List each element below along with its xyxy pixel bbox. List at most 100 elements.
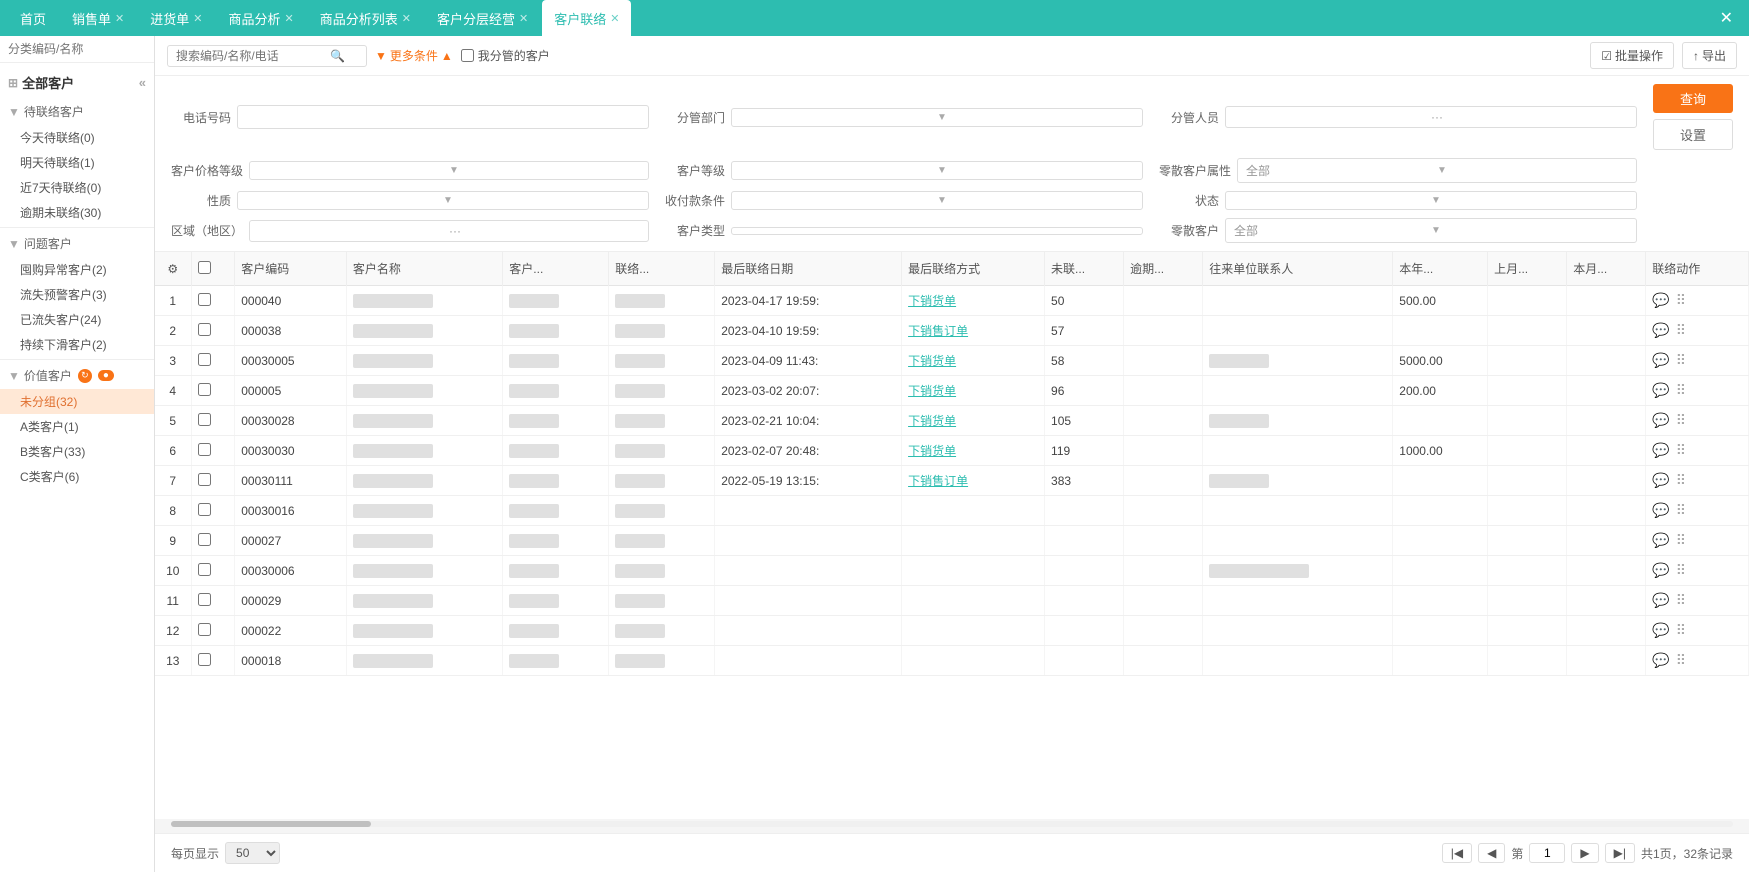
sidebar-search-input[interactable] [8, 42, 155, 56]
table-settings-icon[interactable]: ⚙ [155, 252, 191, 286]
row-last-contact-type[interactable]: 下销货单 [902, 376, 1045, 406]
row-last-contact-type[interactable] [902, 496, 1045, 526]
row-last-contact-type[interactable]: 下销售订单 [902, 466, 1045, 496]
row-checkbox[interactable] [198, 323, 211, 336]
contact-type-link[interactable]: 下销货单 [908, 384, 956, 398]
last-page-button[interactable]: ▶| [1605, 843, 1635, 863]
message-icon[interactable]: 💬 [1652, 412, 1669, 429]
contact-type-link[interactable]: 下销货单 [908, 294, 956, 308]
main-search-icon[interactable]: 🔍 [330, 49, 345, 63]
retail-customer-select[interactable]: 全部 ▼ [1225, 218, 1637, 243]
more-icon[interactable]: ⠿ [1676, 292, 1686, 309]
sidebar-item-churned[interactable]: 已流失客户(24) [0, 307, 154, 332]
tab-sales[interactable]: 销售单 ✕ [60, 0, 136, 36]
message-icon[interactable]: 💬 [1652, 502, 1669, 519]
row-last-contact-type[interactable]: 下销货单 [902, 286, 1045, 316]
sidebar-item-class-b[interactable]: B类客户(33) [0, 439, 154, 464]
sidebar-item-7days-pending[interactable]: 近7天待联络(0) [0, 175, 154, 200]
my-customers-check[interactable] [461, 49, 474, 62]
more-icon[interactable]: ⠿ [1676, 322, 1686, 339]
tab-customer-segment[interactable]: 客户分层经营 ✕ [425, 0, 540, 36]
sidebar-item-declining[interactable]: 持续下滑客户(2) [0, 332, 154, 357]
row-checkbox[interactable] [198, 353, 211, 366]
message-icon[interactable]: 💬 [1652, 472, 1669, 489]
price-level-select[interactable]: ▼ [249, 161, 649, 180]
message-icon[interactable]: 💬 [1652, 292, 1669, 309]
more-icon[interactable]: ⠿ [1676, 622, 1686, 639]
horizontal-scrollbar[interactable] [171, 821, 1733, 827]
tab-purchase[interactable]: 进货单 ✕ [138, 0, 214, 36]
payment-select[interactable]: ▼ [731, 191, 1143, 210]
manager-ellipsis-icon[interactable]: ··· [1431, 110, 1628, 124]
sidebar-item-class-a[interactable]: A类客户(1) [0, 414, 154, 439]
main-search-input[interactable] [176, 49, 326, 63]
more-icon[interactable]: ⠿ [1676, 442, 1686, 459]
tab-customer-segment-close[interactable]: ✕ [519, 12, 528, 25]
customer-level-select[interactable]: ▼ [731, 161, 1143, 180]
more-icon[interactable]: ⠿ [1676, 502, 1686, 519]
contact-type-link[interactable]: 下销售订单 [908, 474, 968, 488]
prev-page-button[interactable]: ◀ [1478, 843, 1505, 863]
row-last-contact-type[interactable] [902, 646, 1045, 676]
next-page-button[interactable]: ▶ [1571, 843, 1598, 863]
row-checkbox[interactable] [198, 413, 211, 426]
status-select[interactable]: ▼ [1225, 191, 1637, 210]
tab-purchase-close[interactable]: ✕ [193, 12, 202, 25]
contact-type-link[interactable]: 下销货单 [908, 414, 956, 428]
message-icon[interactable]: 💬 [1652, 532, 1669, 549]
more-icon[interactable]: ⠿ [1676, 562, 1686, 579]
message-icon[interactable]: 💬 [1652, 592, 1669, 609]
more-icon[interactable]: ⠿ [1676, 412, 1686, 429]
page-number-input[interactable] [1529, 843, 1565, 863]
more-icon[interactable]: ⠿ [1676, 352, 1686, 369]
row-last-contact-type[interactable]: 下销货单 [902, 346, 1045, 376]
row-checkbox[interactable] [198, 383, 211, 396]
message-icon[interactable]: 💬 [1652, 622, 1669, 639]
tab-customer-contact[interactable]: 客户联络 ✕ [542, 0, 631, 36]
tab-home[interactable]: 首页 [8, 0, 58, 36]
dept-select[interactable]: ▼ [731, 108, 1143, 127]
row-last-contact-type[interactable] [902, 616, 1045, 646]
row-last-contact-type[interactable]: 下销货单 [902, 406, 1045, 436]
sidebar-item-hoard-abnormal[interactable]: 囤购异常客户(2) [0, 257, 154, 282]
message-icon[interactable]: 💬 [1652, 652, 1669, 669]
row-checkbox[interactable] [198, 473, 211, 486]
phone-input[interactable] [237, 105, 649, 129]
row-checkbox[interactable] [198, 593, 211, 606]
query-button[interactable]: 查询 [1653, 84, 1733, 113]
row-checkbox[interactable] [198, 563, 211, 576]
sidebar-item-today-pending[interactable]: 今天待联络(0) [0, 125, 154, 150]
select-all-checkbox[interactable] [198, 261, 211, 274]
sidebar-value-section[interactable]: ▼ 价值客户 ↻ ● [0, 362, 154, 389]
message-icon[interactable]: 💬 [1652, 322, 1669, 339]
sidebar-item-class-c[interactable]: C类客户(6) [0, 464, 154, 489]
sidebar-pending-section[interactable]: ▼ 待联络客户 [0, 98, 154, 125]
message-icon[interactable]: 💬 [1652, 562, 1669, 579]
row-last-contact-type[interactable] [902, 556, 1045, 586]
tab-product-analysis-close[interactable]: ✕ [285, 12, 294, 25]
sidebar-item-churn-warning[interactable]: 流失预警客户(3) [0, 282, 154, 307]
row-checkbox[interactable] [198, 443, 211, 456]
window-close-button[interactable]: ✕ [1712, 8, 1741, 28]
more-conditions-btn[interactable]: ▼ 更多条件 ▲ [375, 47, 453, 64]
contact-type-link[interactable]: 下销货单 [908, 444, 956, 458]
row-last-contact-type[interactable] [902, 526, 1045, 556]
manager-select[interactable]: ··· [1225, 106, 1637, 128]
row-checkbox[interactable] [198, 653, 211, 666]
more-icon[interactable]: ⠿ [1676, 592, 1686, 609]
retail-attr-select[interactable]: 全部 ▼ [1237, 158, 1637, 183]
nature-select[interactable]: ▼ [237, 191, 649, 210]
more-icon[interactable]: ⠿ [1676, 652, 1686, 669]
export-button[interactable]: ↑ 导出 [1682, 42, 1737, 69]
tab-product-analysis-list[interactable]: 商品分析列表 ✕ [308, 0, 423, 36]
tab-sales-close[interactable]: ✕ [115, 12, 124, 25]
sidebar-collapse-btn[interactable]: « [139, 75, 146, 90]
row-last-contact-type[interactable] [902, 586, 1045, 616]
contact-type-link[interactable]: 下销货单 [908, 354, 956, 368]
per-page-select[interactable]: 50 20 100 [225, 842, 280, 864]
message-icon[interactable]: 💬 [1652, 382, 1669, 399]
scroll-thumb[interactable] [171, 821, 371, 827]
row-checkbox[interactable] [198, 533, 211, 546]
row-checkbox[interactable] [198, 503, 211, 516]
row-checkbox[interactable] [198, 623, 211, 636]
